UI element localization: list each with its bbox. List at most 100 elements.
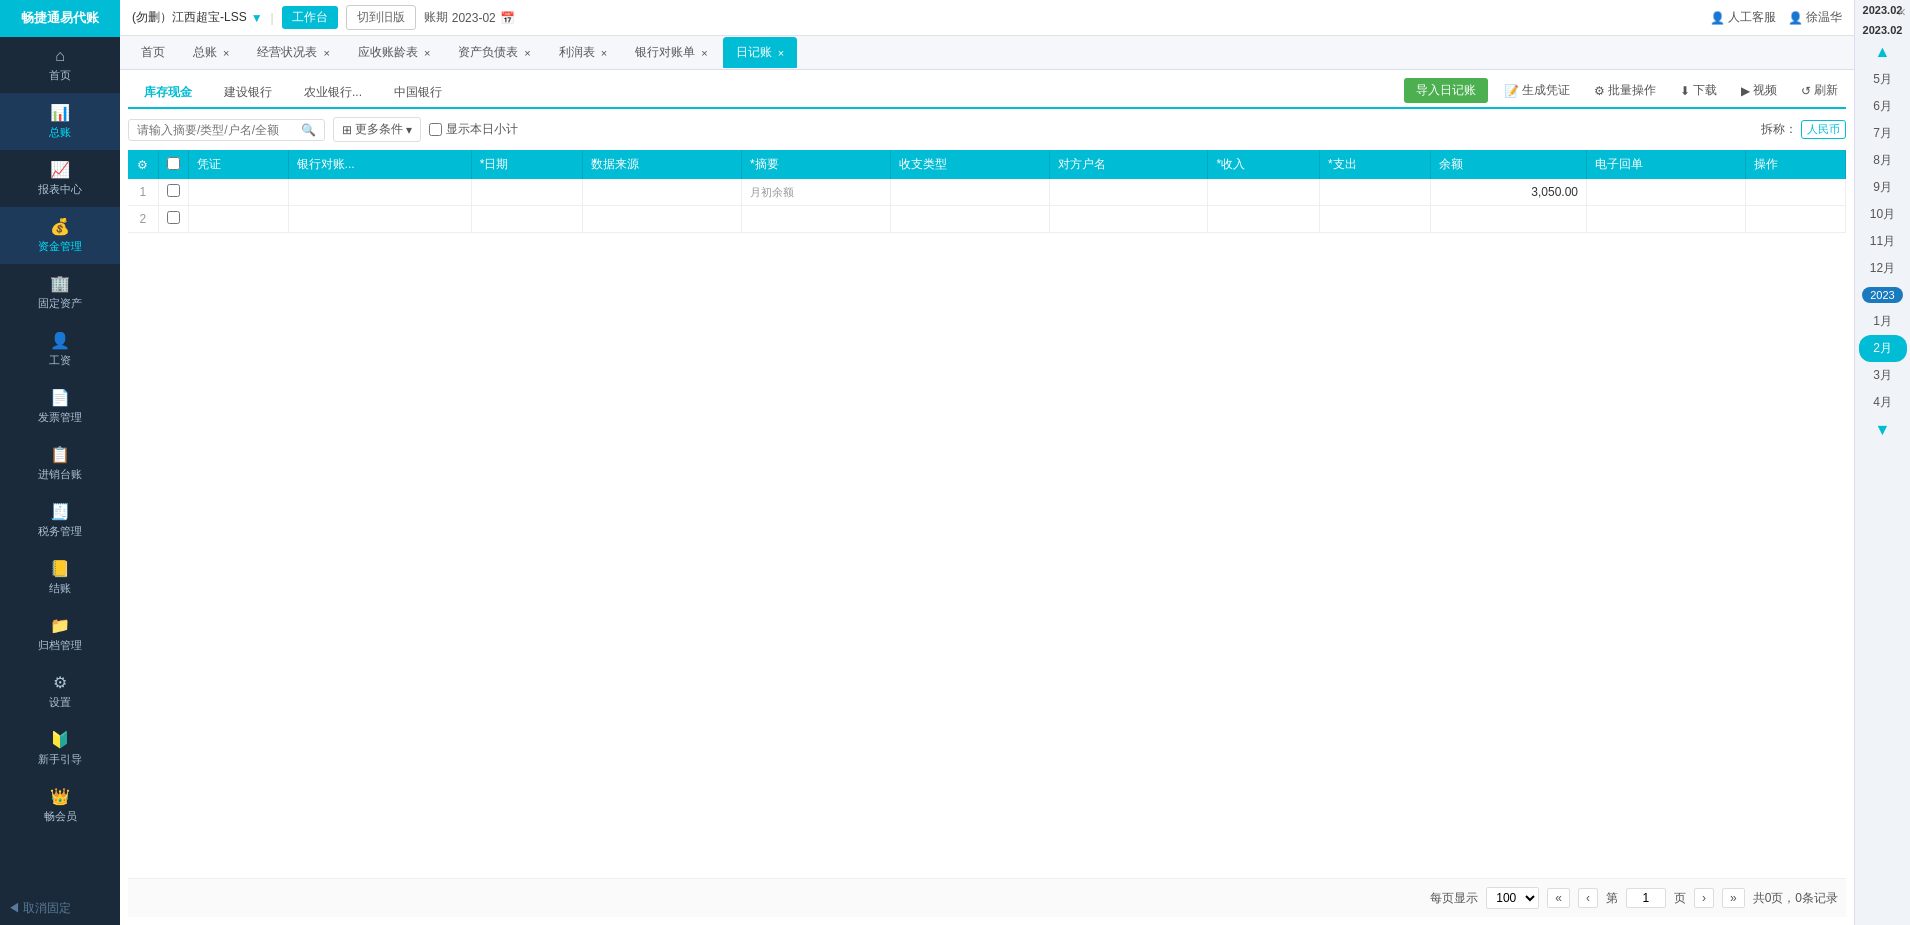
month-11[interactable]: 11月 (1859, 228, 1907, 255)
currency-badge[interactable]: 人民币 (1801, 120, 1846, 139)
next-page-button[interactable]: › (1694, 888, 1714, 908)
row-checkbox[interactable] (158, 206, 188, 233)
main-area: (勿删）江西超宝-LSS ▼ | 工作台 切到旧版 账期 2023-02 📅 👤… (120, 0, 1854, 925)
month-2023-4[interactable]: 4月 (1859, 389, 1907, 416)
tab-receivable-aging-close[interactable]: × (424, 47, 430, 59)
topbar: (勿删）江西超宝-LSS ▼ | 工作台 切到旧版 账期 2023-02 📅 👤… (120, 0, 1854, 36)
old-version-button[interactable]: 切到旧版 (346, 5, 416, 30)
month-5[interactable]: 5月 (1859, 66, 1907, 93)
calendar-up-arrow[interactable]: ▲ (1872, 40, 1894, 64)
cell-expense (1319, 179, 1431, 206)
customer-service[interactable]: 👤 人工客服 (1710, 9, 1776, 26)
month-2023-3[interactable]: 3月 (1859, 362, 1907, 389)
import-journal-button[interactable]: 导入日记账 (1404, 78, 1488, 103)
month-8[interactable]: 8月 (1859, 147, 1907, 174)
month-2023-2[interactable]: 2月 (1859, 335, 1907, 362)
tab-journal-close[interactable]: × (778, 47, 784, 59)
purchase-sales-icon: 📋 (50, 445, 70, 464)
cell-operation[interactable] (1745, 206, 1845, 233)
row-checkbox[interactable] (158, 179, 188, 206)
first-page-button[interactable]: « (1547, 888, 1570, 908)
refresh-button[interactable]: ↺ 刷新 (1793, 79, 1846, 102)
tab-receivable-aging-label: 应收账龄表 (358, 44, 418, 61)
sidebar-item-settings[interactable]: ⚙ 设置 (0, 663, 120, 720)
sidebar-item-purchase-sales[interactable]: 📋 进销台账 (0, 435, 120, 492)
sub-tab-cash[interactable]: 库存现金 (128, 78, 208, 109)
sidebar-item-reports[interactable]: 📈 报表中心 (0, 150, 120, 207)
year-2023-tag[interactable]: 2023 (1862, 287, 1902, 303)
sidebar-item-funds[interactable]: 💰 资金管理 (0, 207, 120, 264)
month-6[interactable]: 6月 (1859, 93, 1907, 120)
cell-operation[interactable] (1745, 179, 1845, 206)
show-daily-sum-input[interactable] (429, 123, 442, 136)
tab-profit[interactable]: 利润表 × (546, 37, 620, 68)
period-label: 账期 (424, 9, 448, 26)
batch-operation-button[interactable]: ⚙ 批量操作 (1586, 79, 1664, 102)
page-input[interactable] (1626, 888, 1666, 908)
sidebar-item-invoice[interactable]: 📄 发票管理 (0, 378, 120, 435)
month-10[interactable]: 10月 (1859, 201, 1907, 228)
sidebar-item-close-books[interactable]: 📒 结账 (0, 549, 120, 606)
tab-bank-statement[interactable]: 银行对账单 × (622, 37, 720, 68)
sidebar-item-ledger[interactable]: 📊 总账 (0, 93, 120, 150)
sidebar-item-home[interactable]: ⌂ 首页 (0, 37, 120, 93)
show-daily-sum-checkbox[interactable]: 显示本日小计 (429, 121, 518, 138)
sidebar-item-guide[interactable]: 🔰 新手引导 (0, 720, 120, 777)
cell-income (1208, 206, 1320, 233)
calendar-icon[interactable]: 📅 (500, 11, 515, 25)
sidebar-item-assets[interactable]: 🏢 固定资产 (0, 264, 120, 321)
guide-icon: 🔰 (50, 730, 70, 749)
cell-type (890, 206, 1049, 233)
tab-balance-sheet-close[interactable]: × (524, 47, 530, 59)
sidebar-item-label: 报表中心 (38, 182, 82, 197)
sub-tab-agricultural-bank[interactable]: 农业银行... (288, 78, 378, 109)
col-checkbox[interactable] (158, 150, 188, 179)
calendar-down-arrow[interactable]: ▼ (1872, 418, 1894, 442)
tab-business-status-close[interactable]: × (323, 47, 329, 59)
tab-journal[interactable]: 日记账 × (723, 37, 797, 68)
select-all-checkbox[interactable] (167, 157, 180, 170)
sub-tab-construction-bank[interactable]: 建设银行 (208, 78, 288, 109)
sidebar-pin-toggle[interactable]: ◀ 取消固定 (0, 892, 120, 925)
tab-profit-close[interactable]: × (601, 47, 607, 59)
tab-profit-label: 利润表 (559, 44, 595, 61)
sidebar-item-label: 固定资产 (38, 296, 82, 311)
search-icon[interactable]: 🔍 (301, 123, 316, 137)
generate-voucher-button[interactable]: 📝 生成凭证 (1496, 79, 1578, 102)
col-account-name: 对方户名 (1049, 150, 1208, 179)
right-panel-close-button[interactable]: × (1898, 4, 1906, 20)
tab-balance-sheet[interactable]: 资产负债表 × (445, 37, 543, 68)
col-e-receipt: 电子回单 (1587, 150, 1746, 179)
cell-summary (742, 206, 891, 233)
col-settings[interactable]: ⚙ (128, 150, 158, 179)
month-12[interactable]: 12月 (1859, 255, 1907, 282)
video-button[interactable]: ▶ 视频 (1733, 79, 1785, 102)
sidebar-item-archive[interactable]: 📁 归档管理 (0, 606, 120, 663)
sidebar-item-member[interactable]: 👑 畅会员 (0, 777, 120, 834)
sidebar: 畅捷通易代账 ⌂ 首页 📊 总账 📈 报表中心 💰 资金管理 🏢 固定资产 👤 … (0, 0, 120, 925)
sub-tab-china-bank[interactable]: 中国银行 (378, 78, 458, 109)
last-page-button[interactable]: » (1722, 888, 1745, 908)
more-filter-button[interactable]: ⊞ 更多条件 ▾ (333, 117, 421, 142)
tab-business-status[interactable]: 经营状况表 × (244, 37, 342, 68)
per-page-select[interactable]: 100 (1486, 887, 1539, 909)
month-2023-1[interactable]: 1月 (1859, 308, 1907, 335)
workspace-button[interactable]: 工作台 (282, 6, 338, 29)
sidebar-item-tax[interactable]: 🧾 税务管理 (0, 492, 120, 549)
prev-page-button[interactable]: ‹ (1578, 888, 1598, 908)
tab-home[interactable]: 首页 (128, 37, 178, 68)
currency-info: 拆称： 人民币 (1761, 120, 1846, 139)
tab-bank-statement-close[interactable]: × (701, 47, 707, 59)
tab-receivable-aging[interactable]: 应收账龄表 × (345, 37, 443, 68)
tab-ledger-close[interactable]: × (223, 47, 229, 59)
tab-ledger[interactable]: 总账 × (180, 37, 242, 68)
user-profile[interactable]: 👤 徐温华 (1788, 9, 1842, 26)
company-selector[interactable]: (勿删）江西超宝-LSS ▼ (132, 9, 263, 26)
sidebar-item-salary[interactable]: 👤 工资 (0, 321, 120, 378)
download-button[interactable]: ⬇ 下载 (1672, 79, 1725, 102)
tab-journal-label: 日记账 (736, 44, 772, 61)
month-9[interactable]: 9月 (1859, 174, 1907, 201)
sidebar-item-label: 发票管理 (38, 410, 82, 425)
search-input[interactable] (137, 123, 297, 137)
month-7[interactable]: 7月 (1859, 120, 1907, 147)
